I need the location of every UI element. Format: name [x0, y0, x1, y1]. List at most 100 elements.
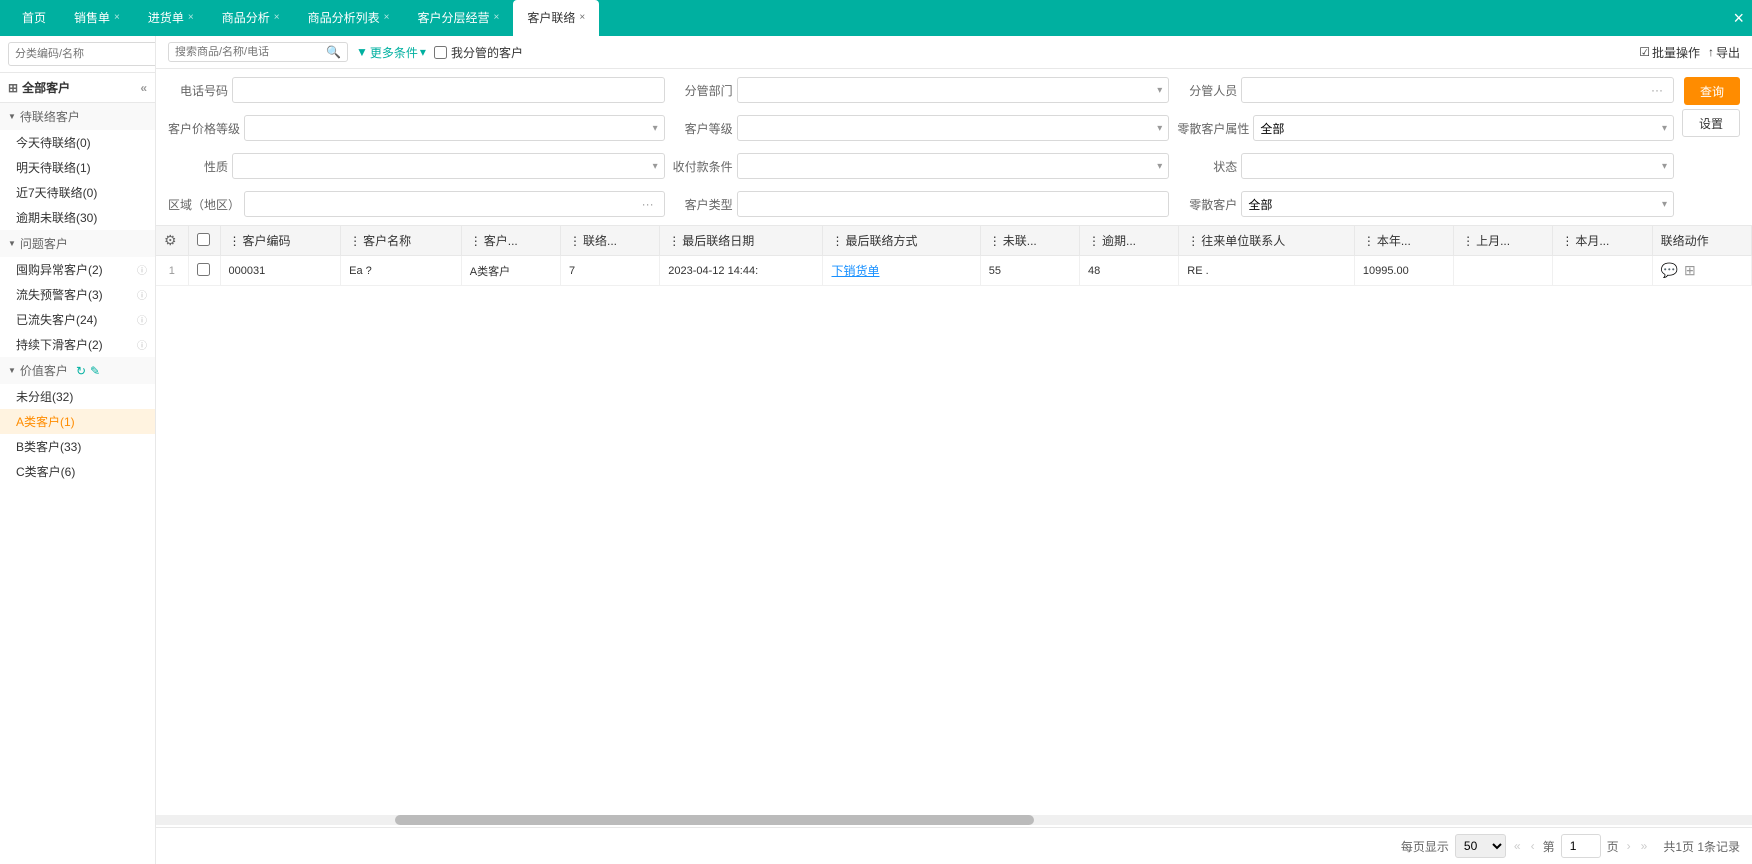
settings-icon[interactable]: ⚙ — [164, 232, 177, 248]
dept-select[interactable]: ▾ — [737, 77, 1170, 103]
filter-row-1: 电话号码 分管部门 ▾ 分管人员 — [168, 77, 1674, 103]
phone-input[interactable] — [232, 77, 665, 103]
section-pending-contact[interactable]: ▼ 待联络客户 — [0, 103, 155, 130]
manager-dots[interactable]: ··· — [1647, 83, 1667, 97]
nav-home[interactable]: 首页 — [8, 0, 60, 36]
col-overdue-sort: ⋮ — [1088, 234, 1100, 248]
prev-page-button[interactable]: ‹ — [1529, 839, 1537, 853]
sidebar-item-churn-warning[interactable]: 流失预警客户(3) ⓘ — [0, 282, 155, 307]
sidebar-item-declining[interactable]: 持续下滑客户(2) ⓘ — [0, 332, 155, 357]
sidebar-item-today[interactable]: 今天待联络(0) — [0, 130, 155, 155]
retail-customer-select[interactable]: 全部 ▾ — [1241, 191, 1674, 217]
select-all-checkbox[interactable] — [197, 233, 210, 246]
region-select[interactable]: ··· — [244, 191, 665, 217]
last-method-link[interactable]: 下销货单 — [831, 264, 879, 278]
sidebar-item-7days[interactable]: 近7天待联络(0) — [0, 180, 155, 205]
row-no-contact: 55 — [980, 256, 1079, 286]
row-select-checkbox[interactable] — [197, 263, 210, 276]
main-search: 🔍 — [168, 42, 348, 62]
region-dots[interactable]: ··· — [638, 197, 658, 211]
nav-tab-customer-contact[interactable]: 客户联络 × — [513, 0, 599, 36]
nature-arrow: ▾ — [653, 161, 658, 172]
nav-tab-purchase[interactable]: 进货单 × — [134, 0, 208, 36]
qr-action-icon[interactable]: ⊞ — [1684, 262, 1696, 279]
manager-select[interactable]: ··· — [1241, 77, 1674, 103]
scroll-thumb[interactable] — [395, 815, 1033, 825]
sidebar-item-overdue[interactable]: 逾期未联络(30) — [0, 205, 155, 230]
my-customers-checkbox[interactable]: 我分管的客户 — [434, 44, 523, 61]
nature-select[interactable]: ▾ — [232, 153, 665, 179]
close-tab-purchase[interactable]: × — [188, 0, 194, 36]
col-actions: 联络动作 — [1652, 226, 1751, 256]
table-row: 1 000031 Ea ? A类客户 7 2023-04-12 14:44: 下… — [156, 256, 1752, 286]
sidebar-search-input[interactable] — [8, 42, 156, 66]
info-icon-declining: ⓘ — [137, 337, 147, 352]
section-problem-customers[interactable]: ▼ 问题客户 — [0, 230, 155, 257]
main-search-input[interactable] — [175, 46, 322, 58]
first-page-button[interactable]: « — [1512, 839, 1523, 853]
nav-tab-sales[interactable]: 销售单 × — [60, 0, 134, 36]
retail-attr-label: 零散客户属性 — [1177, 120, 1249, 137]
settings-button[interactable]: 设置 — [1682, 109, 1740, 137]
export-button[interactable]: ↑ 导出 — [1708, 44, 1740, 61]
horizontal-scrollbar[interactable] — [156, 815, 1752, 825]
page-label: 第 — [1543, 838, 1555, 855]
col-last-method: ⋮最后联络方式 — [823, 226, 980, 256]
customer-type-input[interactable] — [737, 191, 1170, 217]
sidebar-item-class-a[interactable]: A类客户(1) — [0, 409, 155, 434]
row-customer-type: A类客户 — [461, 256, 560, 286]
row-number: 1 — [156, 256, 188, 286]
grid-icon: ⊞ — [8, 81, 18, 95]
close-tab-analysis[interactable]: × — [274, 0, 280, 36]
col-last-date: ⋮最后联络日期 — [660, 226, 823, 256]
section-value-customers[interactable]: ▼ 价值客户 ↻ ✎ — [0, 357, 155, 384]
total-records: 共1页 1条记录 — [1663, 838, 1740, 855]
filter-payment: 收付款条件 ▾ — [673, 153, 1170, 179]
per-page-select[interactable]: 50 100 200 — [1455, 834, 1506, 858]
close-tab-customer-contact[interactable]: × — [579, 0, 585, 36]
page-number-input[interactable] — [1561, 834, 1601, 858]
close-tab-sales[interactable]: × — [114, 0, 120, 36]
filter-right-actions: ☑ 批量操作 ↑ 导出 — [1639, 44, 1740, 61]
filter-bar: 🔍 ▼ 更多条件 ▾ 我分管的客户 ☑ 批量操作 ↑ 导出 — [156, 36, 1752, 69]
last-page-button[interactable]: » — [1639, 839, 1650, 853]
edit-icon[interactable]: ✎ — [90, 364, 100, 378]
customer-level-arrow: ▾ — [1157, 123, 1162, 134]
sidebar-item-class-c[interactable]: C类客户(6) — [0, 459, 155, 484]
payment-select[interactable]: ▾ — [737, 153, 1170, 179]
close-tab-customer-tier[interactable]: × — [493, 0, 499, 36]
sidebar-collapse-button[interactable]: « — [140, 81, 147, 95]
next-page-button[interactable]: › — [1625, 839, 1633, 853]
manager-label: 分管人员 — [1177, 82, 1237, 99]
sidebar-item-hoarding[interactable]: 囤购异常客户(2) ⓘ — [0, 257, 155, 282]
main-search-icon[interactable]: 🔍 — [326, 45, 341, 59]
status-select[interactable]: ▾ — [1241, 153, 1674, 179]
close-window[interactable]: × — [1733, 8, 1744, 29]
sidebar-item-tomorrow[interactable]: 明天待联络(1) — [0, 155, 155, 180]
sidebar-item-unclassified[interactable]: 未分组(32) — [0, 384, 155, 409]
my-customers-check[interactable] — [434, 46, 447, 59]
advanced-filters: 电话号码 分管部门 ▾ 分管人员 — [156, 69, 1752, 226]
payment-label: 收付款条件 — [673, 158, 733, 175]
nav-tab-customer-tier[interactable]: 客户分层经营 × — [403, 0, 513, 36]
nav-tab-analysis[interactable]: 商品分析 × — [208, 0, 294, 36]
region-label: 区域（地区） — [168, 196, 240, 213]
sidebar-item-churned[interactable]: 已流失客户(24) ⓘ — [0, 307, 155, 332]
price-level-label: 客户价格等级 — [168, 120, 240, 137]
chat-action-icon[interactable]: 💬 — [1661, 262, 1678, 279]
more-filters-button[interactable]: ▼ 更多条件 ▾ — [356, 44, 426, 61]
refresh-icon[interactable]: ↻ — [76, 364, 86, 378]
customer-level-select[interactable]: ▾ — [737, 115, 1170, 141]
query-button[interactable]: 查询 — [1684, 77, 1740, 105]
price-level-select[interactable]: ▾ — [244, 115, 665, 141]
section-arrow-3: ▼ — [8, 366, 16, 375]
nav-tab-analysis-list[interactable]: 商品分析列表 × — [294, 0, 404, 36]
sidebar-item-class-b[interactable]: B类客户(33) — [0, 434, 155, 459]
customer-table: ⚙ ⋮客户编码 ⋮客户名称 ⋮客户... — [156, 226, 1752, 286]
close-tab-analysis-list[interactable]: × — [384, 0, 390, 36]
retail-attr-select[interactable]: 全部 ▾ — [1253, 115, 1674, 141]
action-icons-group: 💬 ⊞ — [1661, 262, 1743, 279]
batch-op-button[interactable]: ☑ 批量操作 — [1639, 44, 1700, 61]
col-last-month: ⋮上月... — [1454, 226, 1553, 256]
sidebar-all-customers[interactable]: ⊞ 全部客户 « — [0, 73, 155, 103]
